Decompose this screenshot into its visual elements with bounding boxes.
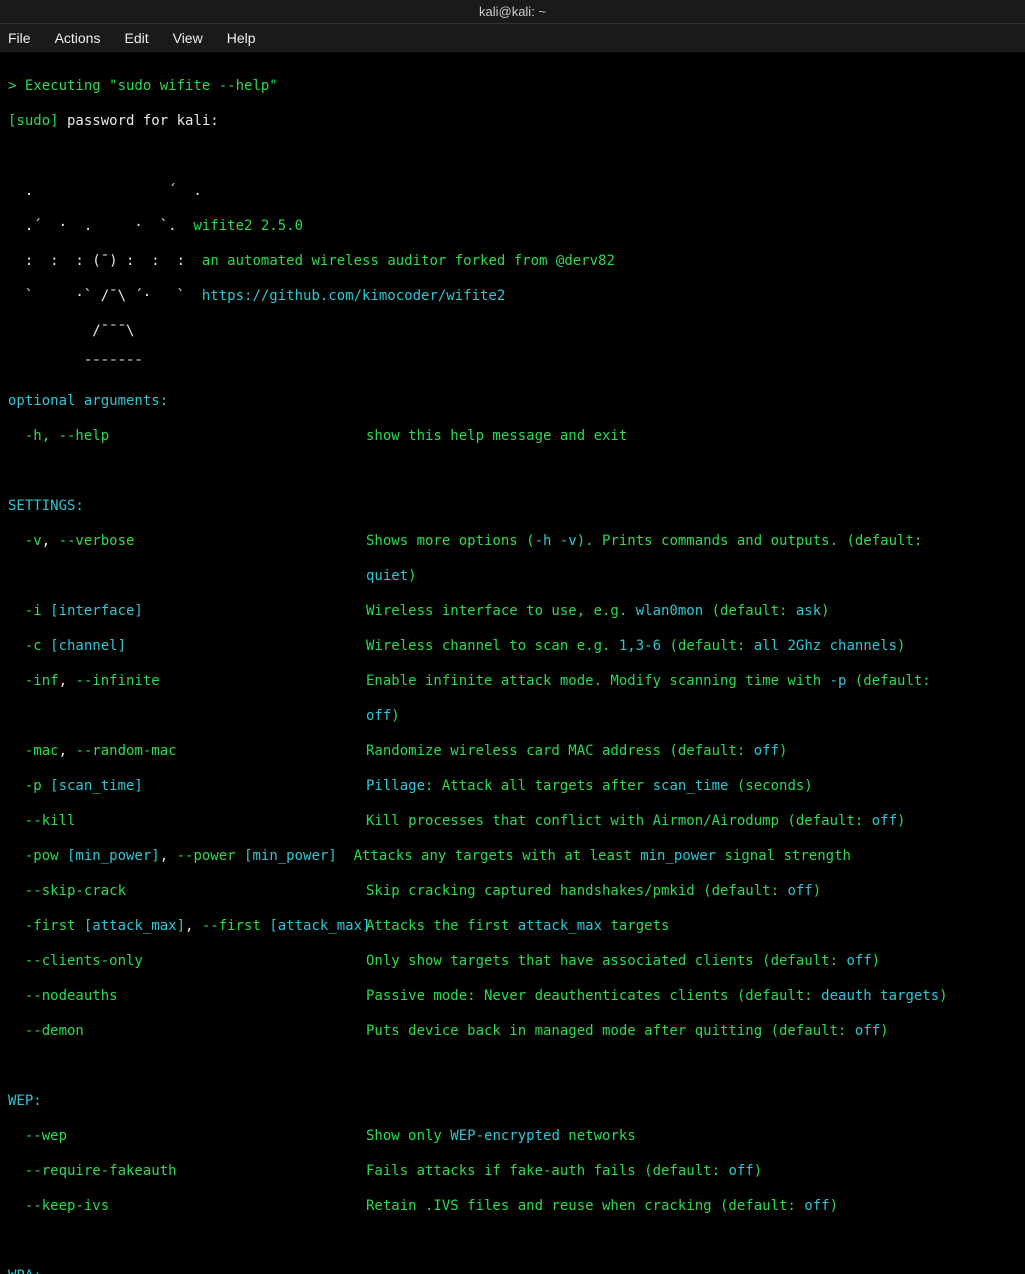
opt-wep: --wepShow only WEP-encrypted networks <box>8 1128 1017 1146</box>
opt-power: -pow [min_power], --power [min_power] At… <box>8 848 1017 866</box>
opt-nodeauths: --nodeauthsPassive mode: Never deauthent… <box>8 988 1017 1006</box>
exec-line: > Executing "sudo wifite --help" <box>8 78 1017 96</box>
opt-mac: -mac, --random-macRandomize wireless car… <box>8 743 1017 761</box>
opt-first: -first [attack_max], --first [attack_max… <box>8 918 1017 936</box>
sudo-line: [sudo] password for kali: <box>8 113 1017 131</box>
section-header: WEP: <box>8 1093 1017 1111</box>
ascii-line: ` ·` /¯\ ´· ` https://github.com/kimocod… <box>8 288 1017 306</box>
opt-verbose-cont: quiet) <box>8 568 1017 586</box>
menu-help[interactable]: Help <box>227 30 256 46</box>
blank <box>8 463 1017 481</box>
menu-actions[interactable]: Actions <box>55 30 101 46</box>
opt-infinite: -inf, --infiniteEnable infinite attack m… <box>8 673 1017 691</box>
menu-file[interactable]: File <box>8 30 31 46</box>
blank <box>8 148 1017 166</box>
blank <box>8 1233 1017 1251</box>
ascii-line: .´ · . · `. wifite2 2.5.0 <box>8 218 1017 236</box>
menu-bar: File Actions Edit View Help <box>0 24 1025 52</box>
opt-interface: -i [interface]Wireless interface to use,… <box>8 603 1017 621</box>
terminal-output[interactable]: > Executing "sudo wifite --help" [sudo] … <box>0 52 1025 1274</box>
section-header: SETTINGS: <box>8 498 1017 516</box>
opt-require-fakeauth: --require-fakeauthFails attacks if fake-… <box>8 1163 1017 1181</box>
opt-demon: --demonPuts device back in managed mode … <box>8 1023 1017 1041</box>
menu-view[interactable]: View <box>173 30 203 46</box>
window-title: kali@kali: ~ <box>479 4 546 19</box>
opt-verbose: -v, --verboseShows more options (-h -v).… <box>8 533 1017 551</box>
ascii-line: ¯¯¯¯¯¯¯ <box>8 358 1017 376</box>
blank <box>8 1058 1017 1076</box>
opt-kill: --killKill processes that conflict with … <box>8 813 1017 831</box>
ascii-line: : : : (¯) : : : an automated wireless au… <box>8 253 1017 271</box>
opt-help: -h, --helpshow this help message and exi… <box>8 428 1017 446</box>
opt-desc: show this help message and exit <box>366 428 627 444</box>
opt-channel: -c [channel]Wireless channel to scan e.g… <box>8 638 1017 656</box>
ascii-line: /¯¯¯\ <box>8 323 1017 341</box>
window-titlebar: kali@kali: ~ <box>0 0 1025 24</box>
opt-infinite-cont: off) <box>8 708 1017 726</box>
opt-skip-crack: --skip-crackSkip cracking captured hands… <box>8 883 1017 901</box>
section-header: optional arguments: <box>8 393 1017 411</box>
section-header: WPA: <box>8 1268 1017 1274</box>
ascii-line: . ´ . <box>8 183 1017 201</box>
opt-clients-only: --clients-onlyOnly show targets that hav… <box>8 953 1017 971</box>
menu-edit[interactable]: Edit <box>124 30 148 46</box>
opt-pillage: -p [scan_time]Pillage: Attack all target… <box>8 778 1017 796</box>
opt-keep-ivs: --keep-ivsRetain .IVS files and reuse wh… <box>8 1198 1017 1216</box>
